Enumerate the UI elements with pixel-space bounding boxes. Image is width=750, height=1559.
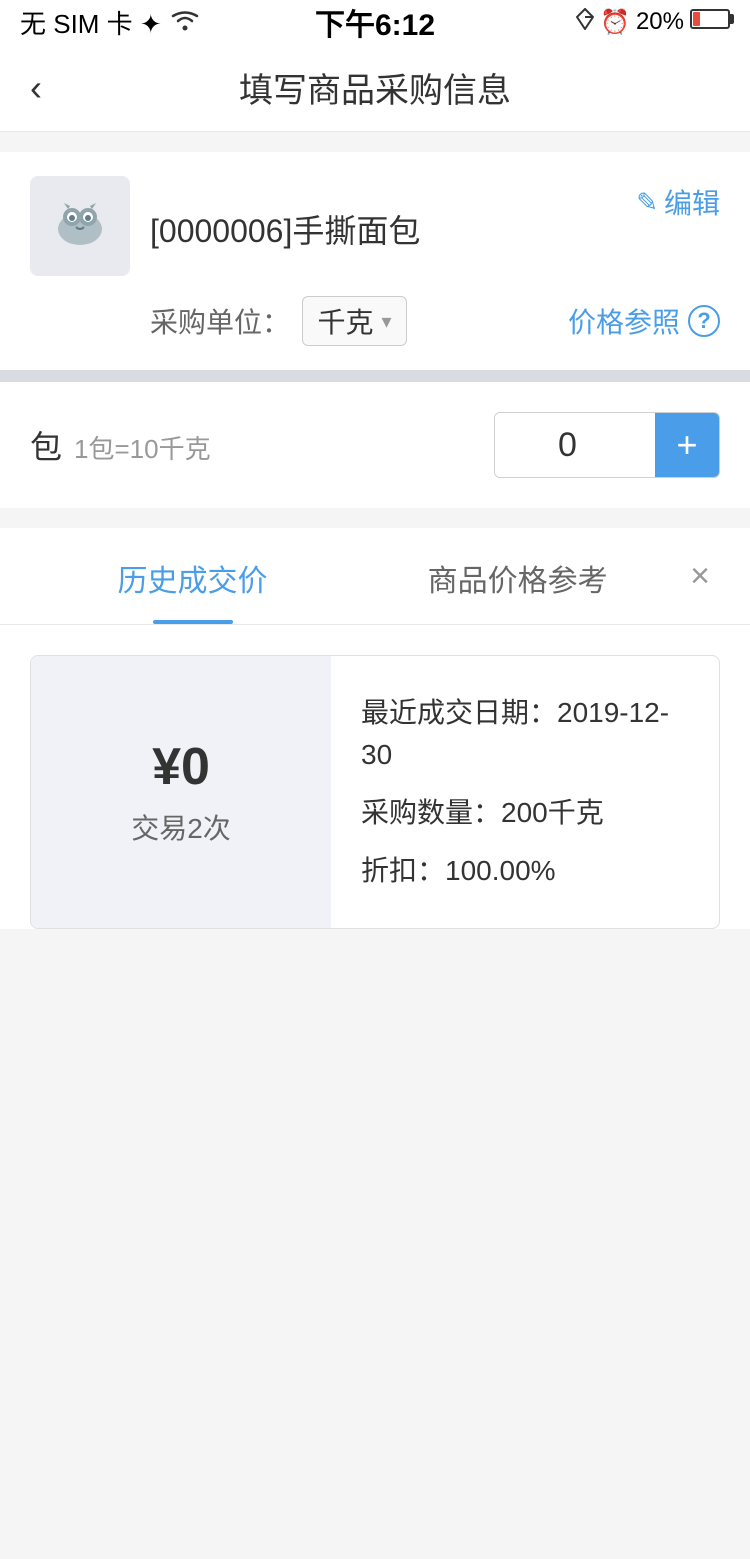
- quantity-plus-button[interactable]: +: [655, 413, 719, 477]
- close-tab-button[interactable]: ×: [680, 549, 720, 603]
- tabs-panel: 历史成交价 商品价格参考 × ¥0 交易2次 最近成交日期：2019-12-30…: [0, 528, 750, 929]
- edit-button[interactable]: ✎ 编辑: [636, 176, 720, 222]
- tab-history-label: 历史成交价: [118, 565, 268, 598]
- transaction-left: ¥0 交易2次: [31, 656, 331, 928]
- transaction-right: 最近成交日期：2019-12-30 采购数量：200千克 折扣：100.00%: [331, 656, 719, 928]
- edit-icon: ✎: [636, 187, 658, 218]
- quantity-input-group: +: [494, 412, 720, 478]
- status-left: 无 SIM 卡 ✦: [20, 4, 200, 41]
- location-icon: [576, 8, 594, 37]
- alarm-icon: ⏰: [600, 8, 630, 37]
- status-bar: 无 SIM 卡 ✦ 下午6:12 ⏰ 20%: [0, 0, 750, 44]
- divider: [0, 370, 750, 382]
- tab-price-ref-label: 商品价格参考: [428, 565, 608, 598]
- product-left: [0000006]手撕面包: [30, 176, 420, 276]
- transaction-date: 最近成交日期：2019-12-30: [361, 692, 689, 776]
- unit-selector-group: 采购单位： 千克 ▾: [150, 296, 407, 346]
- bottom-area: [0, 959, 750, 1559]
- unit-value: 千克: [317, 301, 373, 341]
- help-icon: ?: [688, 305, 720, 337]
- product-bottom: 采购单位： 千克 ▾ 价格参照 ?: [30, 296, 720, 346]
- back-button[interactable]: ‹: [20, 57, 52, 119]
- edit-label: 编辑: [664, 182, 720, 222]
- tab-price-reference[interactable]: 商品价格参考: [355, 528, 680, 624]
- transaction-card: ¥0 交易2次 最近成交日期：2019-12-30 采购数量：200千克 折扣：…: [30, 655, 720, 929]
- wifi-icon: [170, 7, 200, 38]
- page-title: 填写商品采购信息: [239, 63, 511, 112]
- unit-label: 采购单位：: [150, 307, 290, 338]
- chevron-down-icon: ▾: [381, 309, 391, 334]
- product-name: [0000006]手撕面包: [150, 200, 420, 252]
- sim-label: 无 SIM 卡 ✦: [20, 4, 162, 41]
- product-thumbnail: [30, 176, 130, 276]
- battery-percent: 20%: [636, 8, 684, 36]
- transaction-discount: 折扣：100.00%: [361, 850, 689, 892]
- quantity-input[interactable]: [495, 413, 655, 477]
- price-ref-label: 价格参照: [568, 301, 680, 341]
- transaction-count: 交易2次: [131, 807, 231, 847]
- battery-icon: [690, 8, 730, 36]
- transaction-quantity: 采购数量：200千克: [361, 792, 689, 834]
- unit-select[interactable]: 千克 ▾: [302, 296, 406, 346]
- tab-history-price[interactable]: 历史成交价: [30, 528, 355, 624]
- quantity-row: 包 1包=10千克 +: [0, 382, 750, 508]
- transaction-price: ¥0: [152, 737, 210, 797]
- quantity-unit: 包: [30, 422, 62, 468]
- status-time: 下午6:12: [315, 0, 435, 44]
- product-logo-icon: [50, 191, 110, 261]
- header: ‹ 填写商品采购信息: [0, 44, 750, 132]
- tabs-header: 历史成交价 商品价格参考 ×: [0, 528, 750, 625]
- quantity-conversion: 1包=10千克: [74, 429, 211, 466]
- price-reference-button[interactable]: 价格参照 ?: [568, 301, 720, 341]
- product-top: [0000006]手撕面包 ✎ 编辑: [30, 176, 720, 276]
- quantity-label: 包 1包=10千克: [30, 422, 211, 468]
- status-right: ⏰ 20%: [576, 8, 730, 37]
- product-card: [0000006]手撕面包 ✎ 编辑 采购单位： 千克 ▾ 价格参照 ?: [0, 152, 750, 370]
